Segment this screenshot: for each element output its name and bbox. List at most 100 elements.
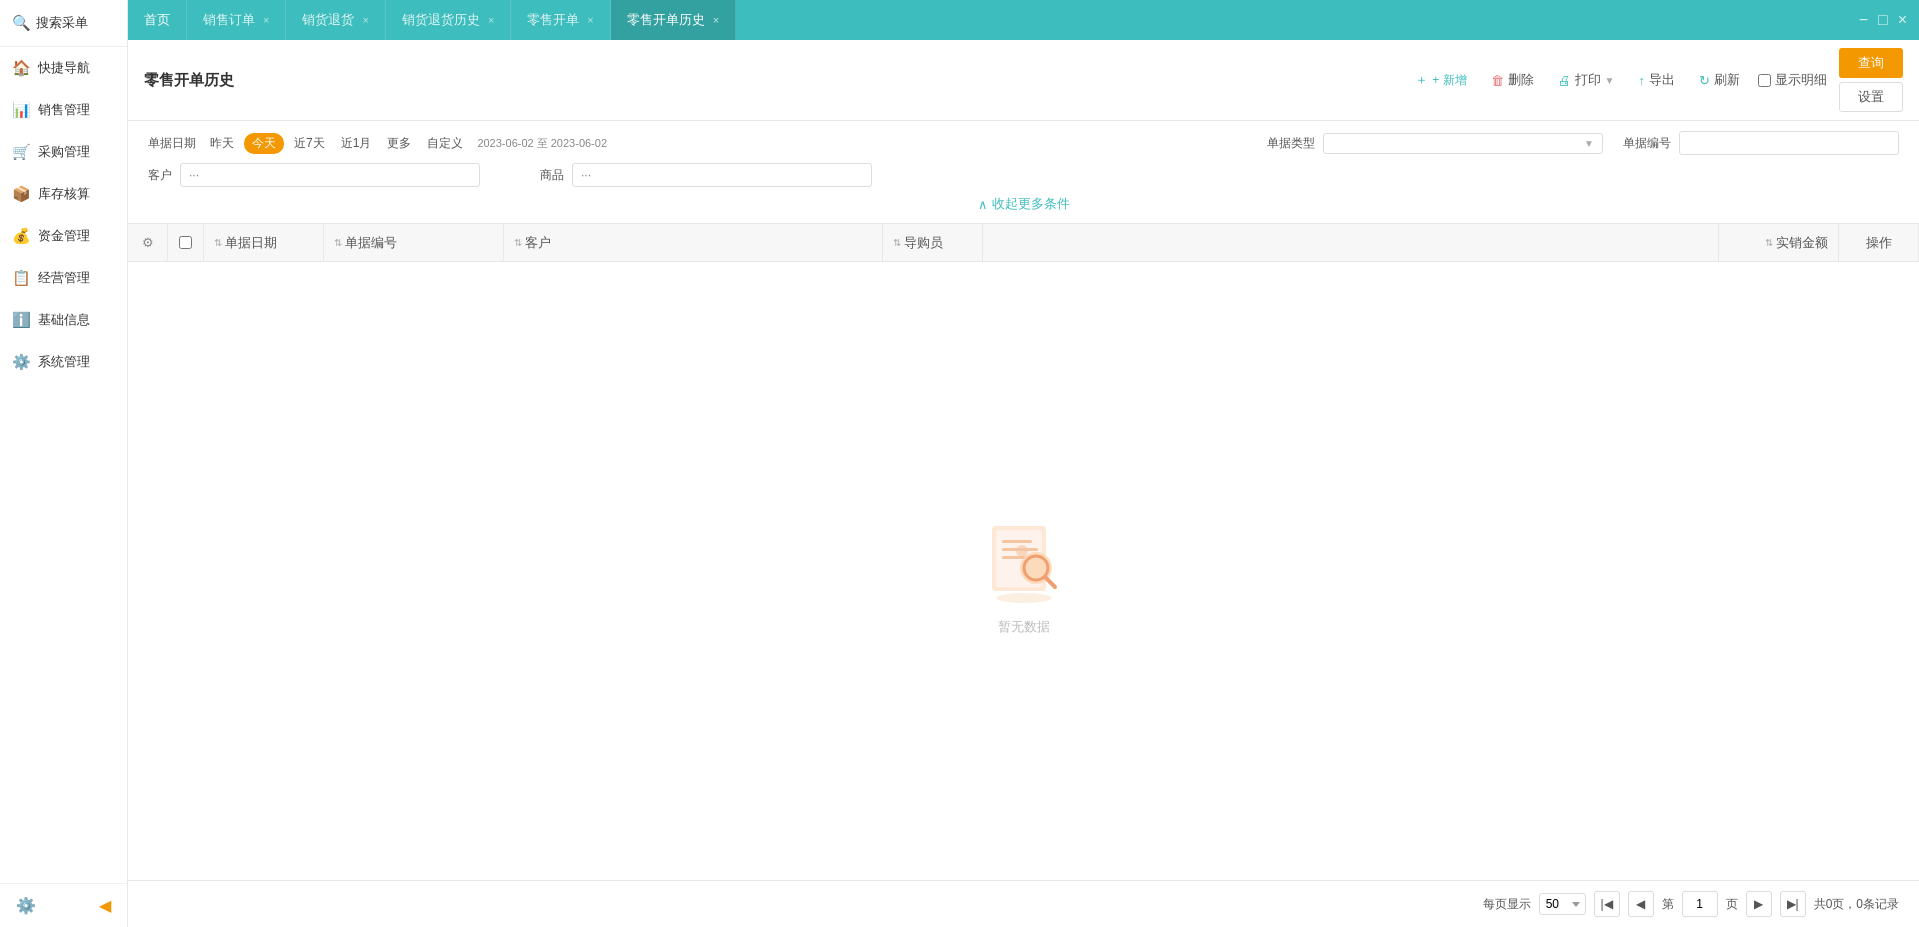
date-options: 昨天 今天 近7天 近1月 更多 自定义: [204, 133, 469, 154]
delete-button[interactable]: 🗑 删除: [1485, 67, 1540, 93]
th-guide[interactable]: ⇅ 导购员: [883, 224, 983, 261]
tab-close-return-history[interactable]: ×: [488, 14, 494, 26]
sidebar-search-label: 搜索采单: [36, 14, 88, 32]
page-last-button[interactable]: ▶|: [1780, 891, 1806, 917]
tab-close-retail-history[interactable]: ×: [713, 14, 719, 26]
date-btn-custom[interactable]: 自定义: [421, 133, 469, 154]
collapse-filter-button[interactable]: ∧ 收起更多条件: [978, 195, 1070, 213]
filter-docnum: 单据编号: [1623, 131, 1899, 155]
sidebar-item-purchase[interactable]: 🛒 采购管理: [0, 131, 127, 173]
page-title: 零售开单历史: [144, 71, 234, 90]
svg-point-0: [996, 593, 1052, 603]
refresh-button[interactable]: ↻ 刷新: [1693, 67, 1746, 93]
th-num[interactable]: ⇅ 单据编号: [324, 224, 504, 261]
type-select[interactable]: ▼: [1323, 133, 1603, 154]
toolbar-actions: ＋ + 新增 🗑 删除 🖨 打印 ▼ ↑ 导出 ↻ 刷新 显示: [1409, 48, 1903, 112]
home-icon: 🏠: [12, 59, 30, 77]
page-suffix: 页: [1726, 896, 1738, 913]
th-action: 操作: [1839, 224, 1919, 261]
page-first-button[interactable]: |◀: [1594, 891, 1620, 917]
tab-retail[interactable]: 零售开单 ×: [511, 0, 610, 40]
goods-select[interactable]: ···: [572, 163, 872, 187]
th-date[interactable]: ⇅ 单据日期: [204, 224, 324, 261]
display-detail-input[interactable]: [1758, 74, 1771, 87]
filter-area: 单据日期 昨天 今天 近7天 近1月 更多 自定义 2023-06-02 至 2…: [128, 121, 1919, 224]
th-sort-icon-customer: ⇅: [514, 237, 522, 248]
goods-placeholder: ···: [581, 168, 591, 182]
date-btn-today[interactable]: 今天: [244, 133, 284, 154]
th-sort-icon-guide: ⇅: [893, 237, 901, 248]
table-container: ⚙ ⇅ 单据日期 ⇅ 单据编号 ⇅ 客户 ⇅ 导购员 ⇅: [128, 224, 1919, 927]
page-input[interactable]: [1682, 891, 1718, 917]
th-customer[interactable]: ⇅ 客户: [504, 224, 883, 261]
date-btn-7days[interactable]: 近7天: [288, 133, 331, 154]
settings-icon[interactable]: ⚙️: [16, 896, 36, 915]
date-label: 单据日期: [148, 135, 196, 152]
tab-return-history[interactable]: 销货退货历史 ×: [386, 0, 511, 40]
tab-sales-order[interactable]: 销售订单 ×: [187, 0, 286, 40]
collapse-sidebar-icon[interactable]: ◀: [99, 896, 111, 915]
query-button[interactable]: 查询: [1839, 48, 1903, 78]
print-icon: 🖨: [1558, 73, 1571, 88]
empty-illustration: [974, 506, 1074, 606]
box-icon: 📦: [12, 185, 30, 203]
sidebar-item-base[interactable]: ℹ️ 基础信息: [0, 299, 127, 341]
settings-cols-icon: ⚙: [142, 235, 154, 250]
export-icon: ↑: [1639, 73, 1646, 88]
page-label: 第: [1662, 896, 1674, 913]
add-button[interactable]: ＋ + 新增: [1409, 67, 1472, 93]
date-btn-more[interactable]: 更多: [381, 133, 417, 154]
table-header: ⚙ ⇅ 单据日期 ⇅ 单据编号 ⇅ 客户 ⇅ 导购员 ⇅: [128, 224, 1919, 262]
filter-customer: 客户 ···: [148, 163, 480, 187]
print-button[interactable]: 🖨 打印 ▼: [1552, 67, 1621, 93]
collapse-arrow-icon: ∧: [978, 197, 988, 212]
tab-retail-history[interactable]: 零售开单历史 ×: [611, 0, 736, 40]
sidebar-item-inventory[interactable]: 📦 库存核算: [0, 173, 127, 215]
docnum-label: 单据编号: [1623, 135, 1671, 152]
th-settings[interactable]: ⚙: [128, 224, 168, 261]
sidebar-item-sales[interactable]: 📊 销售管理: [0, 89, 127, 131]
page-next-button[interactable]: ▶: [1746, 891, 1772, 917]
th-sort-icon-amount: ⇅: [1765, 237, 1773, 248]
tabbar-window-controls: − □ ×: [1859, 11, 1919, 29]
sidebar-item-operations[interactable]: 📋 经营管理: [0, 257, 127, 299]
date-btn-1month[interactable]: 近1月: [335, 133, 378, 154]
select-all-checkbox[interactable]: [179, 236, 192, 249]
sidebar-item-label-sales: 销售管理: [38, 101, 90, 119]
sidebar-item-label-nav: 快捷导航: [38, 59, 90, 77]
sidebar-item-label-inventory: 库存核算: [38, 185, 90, 203]
page-prev-button[interactable]: ◀: [1628, 891, 1654, 917]
th-checkbox[interactable]: [168, 224, 204, 261]
total-info: 共0页，0条记录: [1814, 896, 1899, 913]
restore-icon[interactable]: □: [1878, 11, 1888, 29]
display-detail-checkbox[interactable]: 显示明细: [1758, 71, 1827, 89]
main-content: 首页 销售订单 × 销货退货 × 销货退货历史 × 零售开单 × 零售开单历史 …: [128, 0, 1919, 927]
filter-row-2: 客户 ··· 商品 ···: [148, 163, 1899, 187]
settings-button[interactable]: 设置: [1839, 82, 1903, 112]
sidebar-item-nav[interactable]: 🏠 快捷导航: [0, 47, 127, 89]
export-button[interactable]: ↑ 导出: [1633, 67, 1682, 93]
report-icon: 📋: [12, 269, 30, 287]
tab-close-retail[interactable]: ×: [587, 14, 593, 26]
per-page-select[interactable]: 50 10 20 100: [1539, 893, 1586, 915]
date-btn-yesterday[interactable]: 昨天: [204, 133, 240, 154]
sidebar-search[interactable]: 🔍 搜索采单: [0, 0, 127, 47]
tab-close-sales-order[interactable]: ×: [263, 14, 269, 26]
minimize-icon[interactable]: −: [1859, 11, 1868, 29]
print-dropdown-icon[interactable]: ▼: [1605, 75, 1615, 86]
tab-home[interactable]: 首页: [128, 0, 187, 40]
tab-close-return[interactable]: ×: [362, 14, 368, 26]
customer-select[interactable]: ···: [180, 163, 480, 187]
docnum-input[interactable]: [1679, 131, 1899, 155]
sidebar-item-system[interactable]: ⚙️ 系统管理: [0, 341, 127, 383]
close-window-icon[interactable]: ×: [1898, 11, 1907, 29]
filter-goods: 商品 ···: [540, 163, 872, 187]
filter-row-1: 单据日期 昨天 今天 近7天 近1月 更多 自定义 2023-06-02 至 2…: [148, 131, 1899, 155]
th-amount[interactable]: ⇅ 实销金额: [1719, 224, 1839, 261]
tab-return[interactable]: 销货退货 ×: [286, 0, 385, 40]
pagination: 每页显示 50 10 20 100 |◀ ◀ 第 页 ▶ ▶| 共0页，0条记录: [128, 880, 1919, 927]
svg-point-9: [1016, 545, 1028, 557]
customer-placeholder: ···: [189, 168, 199, 182]
per-page-label: 每页显示: [1483, 896, 1531, 913]
sidebar-item-finance[interactable]: 💰 资金管理: [0, 215, 127, 257]
